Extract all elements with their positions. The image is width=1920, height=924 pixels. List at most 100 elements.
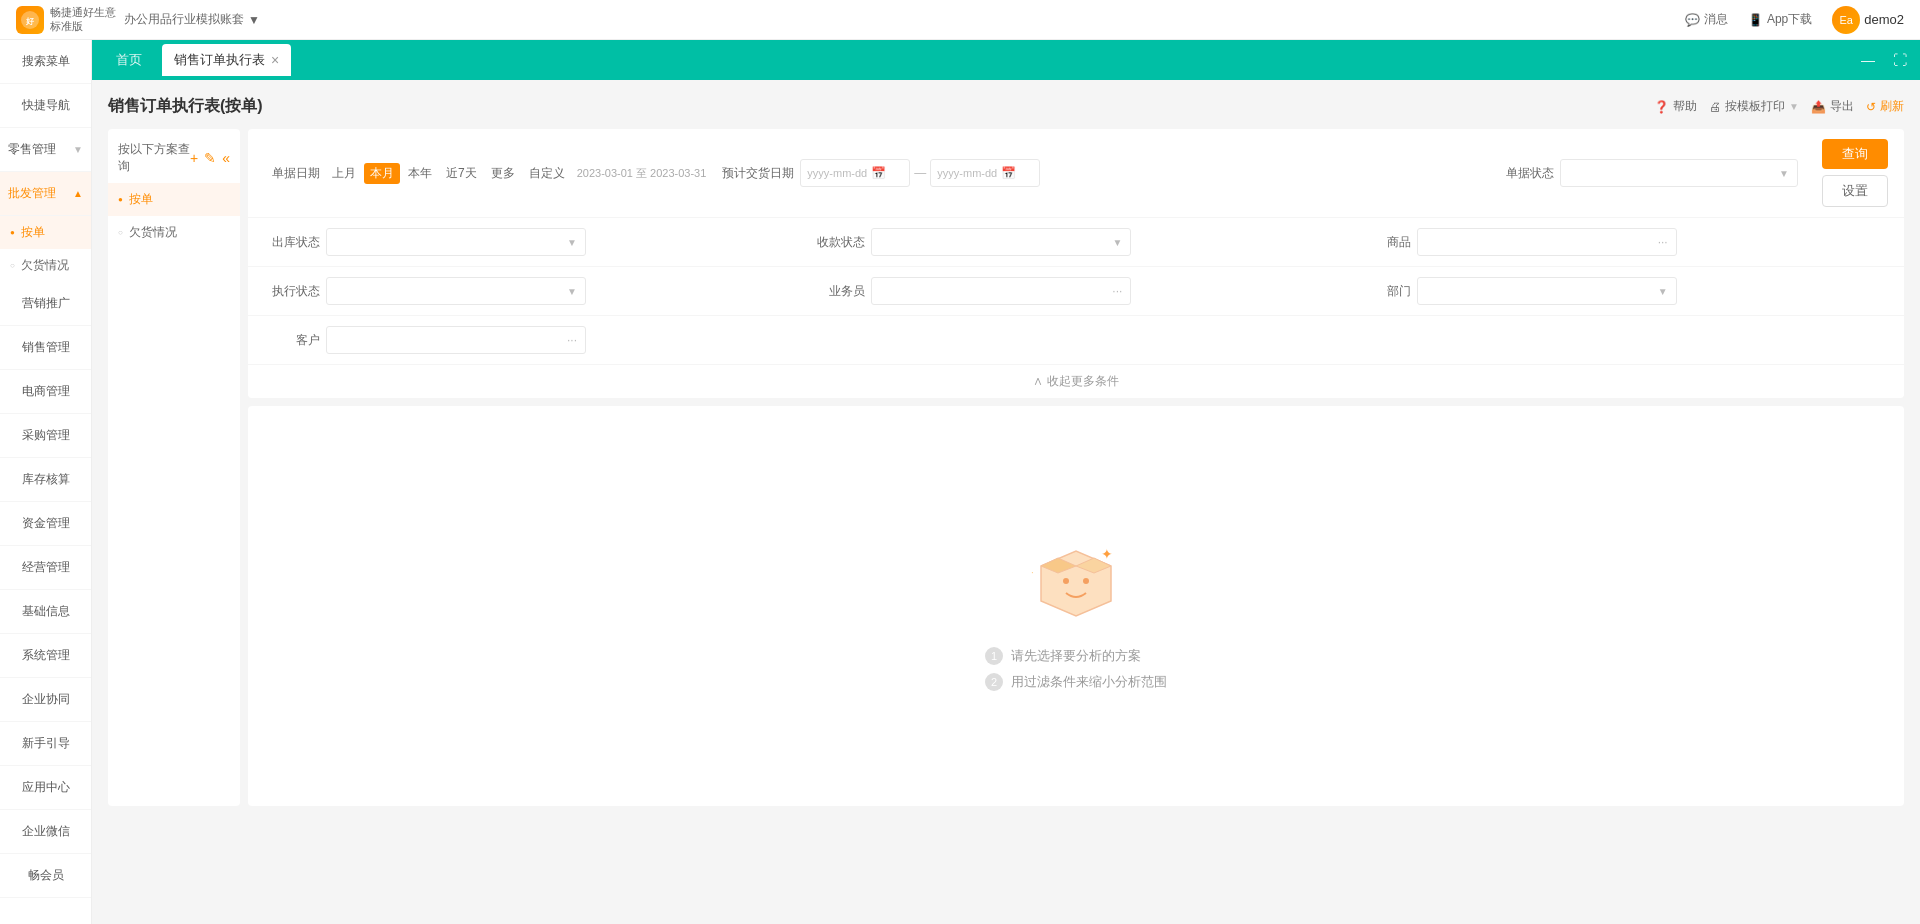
sidebar-sub-item-order[interactable]: ● 按单	[0, 216, 91, 249]
date-end-input[interactable]: yyyy-mm-dd 📅	[930, 159, 1040, 187]
member-label: 畅会员	[28, 867, 64, 884]
sidebar-item-search[interactable]: 搜索菜单	[0, 40, 91, 84]
sidebar-item-purchase[interactable]: 采购管理	[0, 414, 91, 458]
logo-area: 好 畅捷通好生意 标准版	[16, 6, 116, 34]
filter-row-4: 客户 ···	[248, 316, 1904, 364]
date-recent7-btn[interactable]: 近7天	[440, 163, 483, 184]
retail-label: 零售管理	[8, 141, 56, 158]
user-area[interactable]: Ea demo2	[1832, 6, 1904, 34]
breadcrumb-dropdown[interactable]: 办公用品行业模拟账套 ▼	[124, 11, 260, 28]
refresh-btn[interactable]: ↺ 刷新	[1866, 98, 1904, 115]
sidebar-item-appcenter[interactable]: 应用中心	[0, 766, 91, 810]
scheme-collapse-btn[interactable]: «	[222, 150, 230, 166]
sidebar-item-enterprise[interactable]: 企业协同	[0, 678, 91, 722]
tab-active-sales-order[interactable]: 销售订单执行表 ×	[162, 44, 291, 76]
dept-select[interactable]: ▼	[1417, 277, 1677, 305]
help-icon: ❓	[1654, 100, 1669, 114]
scheme-edit-btn[interactable]: ✎	[204, 150, 216, 166]
tab-close-icon[interactable]: ×	[271, 53, 279, 67]
sidebar-item-newguide[interactable]: 新手引导	[0, 722, 91, 766]
collapse-bar[interactable]: ∧ 收起更多条件	[248, 364, 1904, 398]
customer-more-icon[interactable]: ···	[567, 333, 577, 347]
sidebar-item-finance[interactable]: 资金管理	[0, 502, 91, 546]
svg-text:·: ·	[1031, 567, 1034, 578]
sidebar-item-sales[interactable]: 销售管理	[0, 326, 91, 370]
filter-row-1: 单据日期 上月 本月 本年 近7天 更多 自定义 2023-03-01 至 20…	[248, 129, 1904, 218]
scheme-item-backorder-label: 欠货情况	[129, 224, 177, 241]
message-action[interactable]: 💬 消息	[1685, 11, 1728, 28]
exec-label: 执行状态	[264, 283, 320, 300]
sidebar-item-wechat[interactable]: 企业微信	[0, 810, 91, 854]
finance-label: 资金管理	[22, 515, 70, 532]
settings-button[interactable]: 设置	[1822, 175, 1888, 207]
tab-maximize-btn[interactable]: ⛶	[1888, 48, 1912, 72]
message-icon: 💬	[1685, 13, 1700, 27]
date-custom-btn[interactable]: 自定义	[523, 163, 571, 184]
scheme-nav-item-order[interactable]: ● 按单	[108, 183, 240, 216]
search-button[interactable]: 查询	[1822, 139, 1888, 169]
page-title-bar: 销售订单执行表(按单) ❓ 帮助 🖨 按模板打印 ▼ 📤 导出	[108, 96, 1904, 117]
ecommerce-label: 电商管理	[22, 383, 70, 400]
customer-label: 客户	[264, 332, 320, 349]
sidebar-item-member[interactable]: 畅会员	[0, 854, 91, 898]
sidebar-item-operations[interactable]: 经营管理	[0, 546, 91, 590]
help-btn[interactable]: ❓ 帮助	[1654, 98, 1697, 115]
main-panel: 按以下方案查询 + ✎ « ● 按单 ○ 欠货情况	[108, 129, 1904, 806]
wechat-label: 企业微信	[22, 823, 70, 840]
logo-icon: 好	[16, 6, 44, 34]
tab-minimize-btn[interactable]: —	[1856, 48, 1880, 72]
date-filter-label: 单据日期	[264, 165, 320, 182]
salesperson-more-icon[interactable]: ···	[1112, 284, 1122, 298]
product-more-icon[interactable]: ···	[1658, 235, 1668, 249]
sidebar-item-ecommerce[interactable]: 电商管理	[0, 370, 91, 414]
svg-text:好: 好	[25, 17, 35, 26]
app-download-icon: 📱	[1748, 13, 1763, 27]
exec-select[interactable]: ▼	[326, 277, 586, 305]
date-prev-month-btn[interactable]: 上月	[326, 163, 362, 184]
collection-select[interactable]: ▼	[871, 228, 1131, 256]
sidebar-item-system[interactable]: 系统管理	[0, 634, 91, 678]
svg-point-5	[1063, 578, 1069, 584]
sidebar-item-inventory[interactable]: 库存核算	[0, 458, 91, 502]
tab-home[interactable]: 首页	[100, 44, 158, 76]
status-dropdown-icon: ▼	[1779, 168, 1789, 179]
date-start-placeholder: yyyy-mm-dd	[807, 167, 867, 179]
scheme-add-btn[interactable]: +	[190, 150, 198, 166]
header-right: 💬 消息 📱 App下载 Ea demo2	[1685, 6, 1904, 34]
customer-input[interactable]: ···	[326, 326, 586, 354]
sidebar-item-quicknav[interactable]: 快捷导航	[0, 84, 91, 128]
print-dropdown-icon: ▼	[1789, 101, 1799, 112]
sidebar-item-retail[interactable]: 零售管理 ▼	[0, 128, 91, 172]
breadcrumb-dropdown-icon: ▼	[248, 13, 260, 27]
sidebar-item-basic[interactable]: 基础信息	[0, 590, 91, 634]
quicknav-label: 快捷导航	[22, 97, 70, 114]
outbound-select[interactable]: ▼	[326, 228, 586, 256]
date-this-year-btn[interactable]: 本年	[402, 163, 438, 184]
date-more-btn[interactable]: 更多	[485, 163, 521, 184]
sidebar-item-wholesale[interactable]: 批发管理 ▲	[0, 172, 91, 216]
system-label: 系统管理	[22, 647, 70, 664]
product-input[interactable]: ···	[1417, 228, 1677, 256]
salesperson-input[interactable]: ···	[871, 277, 1131, 305]
print-icon: 🖨	[1709, 100, 1721, 114]
empty-tip-1: 1 请先选择要分析的方案	[985, 647, 1167, 665]
sidebar-sub-item-backorder[interactable]: ○ 欠货情况	[0, 249, 91, 282]
purchase-label: 采购管理	[22, 427, 70, 444]
status-label: 单据状态	[1498, 165, 1554, 182]
export-icon: 📤	[1811, 100, 1826, 114]
scheme-item-active-icon: ●	[118, 195, 123, 204]
salesperson-label: 业务员	[809, 283, 865, 300]
scheme-nav-item-backorder[interactable]: ○ 欠货情况	[108, 216, 240, 249]
sidebar-item-marketing[interactable]: 营销推广	[0, 282, 91, 326]
date-start-input[interactable]: yyyy-mm-dd 📅	[800, 159, 910, 187]
date-this-month-btn[interactable]: 本月	[364, 163, 400, 184]
collection-group: 收款状态 ▼	[809, 228, 1342, 256]
export-btn[interactable]: 📤 导出	[1811, 98, 1854, 115]
status-select[interactable]: ▼	[1560, 159, 1798, 187]
date-end-placeholder: yyyy-mm-dd	[937, 167, 997, 179]
calendar-start-icon: 📅	[871, 166, 886, 180]
app-download-action[interactable]: 📱 App下载	[1748, 11, 1812, 28]
content-area: 首页 销售订单执行表 × — ⛶ 销售订单执行表(按单)	[92, 40, 1920, 924]
right-panel: 单据日期 上月 本月 本年 近7天 更多 自定义 2023-03-01 至 20…	[248, 129, 1904, 806]
print-btn[interactable]: 🖨 按模板打印 ▼	[1709, 98, 1799, 115]
